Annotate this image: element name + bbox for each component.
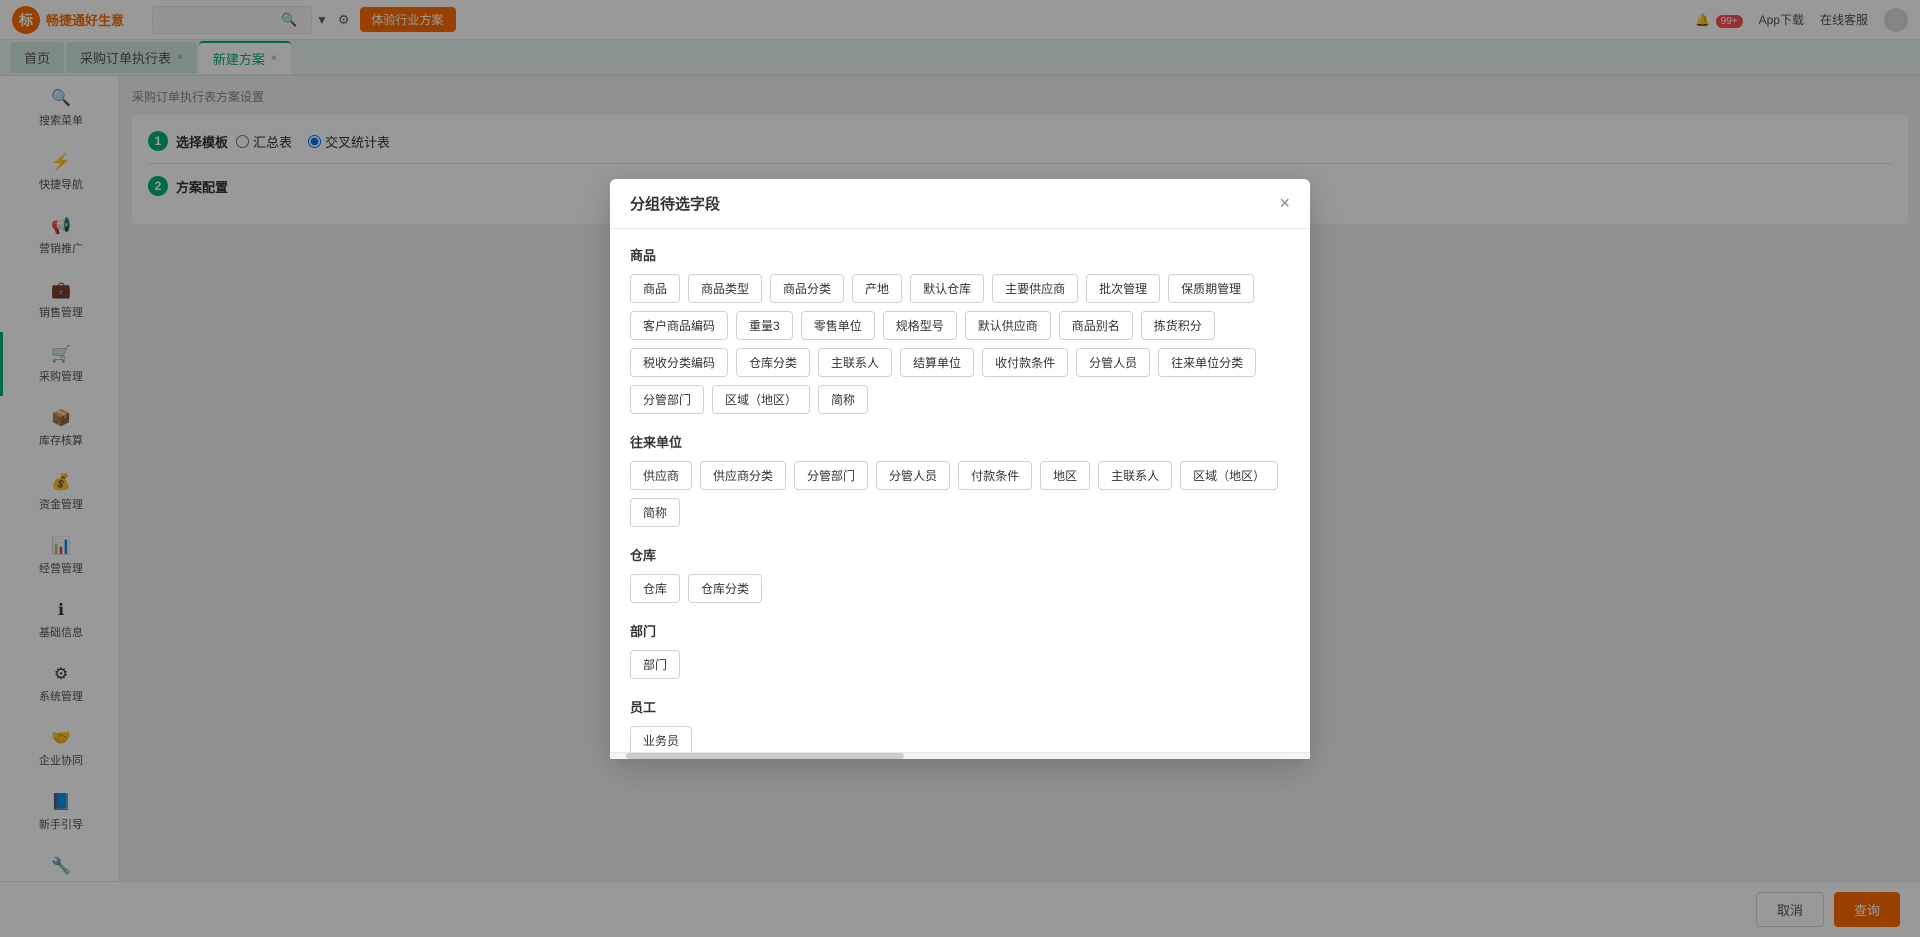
field-tag[interactable]: 简称 xyxy=(630,498,680,527)
field-tag[interactable]: 零售单位 xyxy=(801,311,875,340)
section-partner: 往来单位 供应商 供应商分类 分管部门 分管人员 付款条件 地区 主联系人 区域… xyxy=(630,432,1290,527)
field-tag[interactable]: 简称 xyxy=(818,385,868,414)
modal-dialog: 分组待选字段 × 商品 商品 商品类型 商品分类 产地 默认仓库 主要供应商 批… xyxy=(610,179,1310,759)
field-tag[interactable]: 仓库分类 xyxy=(688,574,762,603)
field-tag[interactable]: 默认供应商 xyxy=(965,311,1051,340)
field-tag[interactable]: 分管人员 xyxy=(1076,348,1150,377)
field-tag[interactable]: 税收分类编码 xyxy=(630,348,728,377)
section-product-title: 商品 xyxy=(630,245,1290,264)
section-warehouse: 仓库 仓库 仓库分类 xyxy=(630,545,1290,603)
field-tag[interactable]: 批次管理 xyxy=(1086,274,1160,303)
section-partner-title: 往来单位 xyxy=(630,432,1290,451)
field-tag[interactable]: 供应商 xyxy=(630,461,692,490)
field-tag[interactable]: 分管部门 xyxy=(630,385,704,414)
modal-body: 商品 商品 商品类型 商品分类 产地 默认仓库 主要供应商 批次管理 保质期管理… xyxy=(610,229,1310,752)
modal-close-btn[interactable]: × xyxy=(1279,193,1290,214)
field-tag[interactable]: 商品类型 xyxy=(688,274,762,303)
field-tag[interactable]: 收付款条件 xyxy=(982,348,1068,377)
field-tag[interactable]: 拣货积分 xyxy=(1141,311,1215,340)
field-tag[interactable]: 往来单位分类 xyxy=(1158,348,1256,377)
field-tag[interactable]: 主联系人 xyxy=(1098,461,1172,490)
section-product-tags: 商品 商品类型 商品分类 产地 默认仓库 主要供应商 批次管理 保质期管理 客户… xyxy=(630,274,1290,414)
section-warehouse-tags: 仓库 仓库分类 xyxy=(630,574,1290,603)
section-employee-tags: 业务员 xyxy=(630,726,1290,752)
field-tag[interactable]: 仓库 xyxy=(630,574,680,603)
modal-header: 分组待选字段 × xyxy=(610,179,1310,229)
field-tag[interactable]: 产地 xyxy=(852,274,902,303)
field-tag[interactable]: 分管人员 xyxy=(876,461,950,490)
field-tag[interactable]: 规格型号 xyxy=(883,311,957,340)
field-tag[interactable]: 结算单位 xyxy=(900,348,974,377)
field-tag[interactable]: 付款条件 xyxy=(958,461,1032,490)
section-partner-tags: 供应商 供应商分类 分管部门 分管人员 付款条件 地区 主联系人 区域（地区） … xyxy=(630,461,1290,527)
section-product: 商品 商品 商品类型 商品分类 产地 默认仓库 主要供应商 批次管理 保质期管理… xyxy=(630,245,1290,414)
scroll-thumb xyxy=(626,753,904,759)
field-tag[interactable]: 重量3 xyxy=(736,311,793,340)
field-tag[interactable]: 供应商分类 xyxy=(700,461,786,490)
section-department-tags: 部门 xyxy=(630,650,1290,679)
field-tag[interactable]: 主联系人 xyxy=(818,348,892,377)
section-department-title: 部门 xyxy=(630,621,1290,640)
field-tag[interactable]: 仓库分类 xyxy=(736,348,810,377)
section-employee: 员工 业务员 xyxy=(630,697,1290,752)
field-tag[interactable]: 主要供应商 xyxy=(992,274,1078,303)
field-tag[interactable]: 部门 xyxy=(630,650,680,679)
field-tag[interactable]: 默认仓库 xyxy=(910,274,984,303)
field-tag[interactable]: 区域（地区） xyxy=(1180,461,1278,490)
field-tag[interactable]: 区域（地区） xyxy=(712,385,810,414)
field-tag[interactable]: 地区 xyxy=(1040,461,1090,490)
field-tag[interactable]: 保质期管理 xyxy=(1168,274,1254,303)
field-tag[interactable]: 商品分类 xyxy=(770,274,844,303)
field-tag[interactable]: 客户商品编码 xyxy=(630,311,728,340)
modal-title: 分组待选字段 xyxy=(630,193,720,214)
section-department: 部门 部门 xyxy=(630,621,1290,679)
section-employee-title: 员工 xyxy=(630,697,1290,716)
field-tag[interactable]: 业务员 xyxy=(630,726,692,752)
field-tag[interactable]: 分管部门 xyxy=(794,461,868,490)
field-tag[interactable]: 商品 xyxy=(630,274,680,303)
modal-overlay: 分组待选字段 × 商品 商品 商品类型 商品分类 产地 默认仓库 主要供应商 批… xyxy=(0,0,1920,937)
modal-horizontal-scrollbar[interactable] xyxy=(610,752,1310,759)
field-tag[interactable]: 商品别名 xyxy=(1059,311,1133,340)
section-warehouse-title: 仓库 xyxy=(630,545,1290,564)
